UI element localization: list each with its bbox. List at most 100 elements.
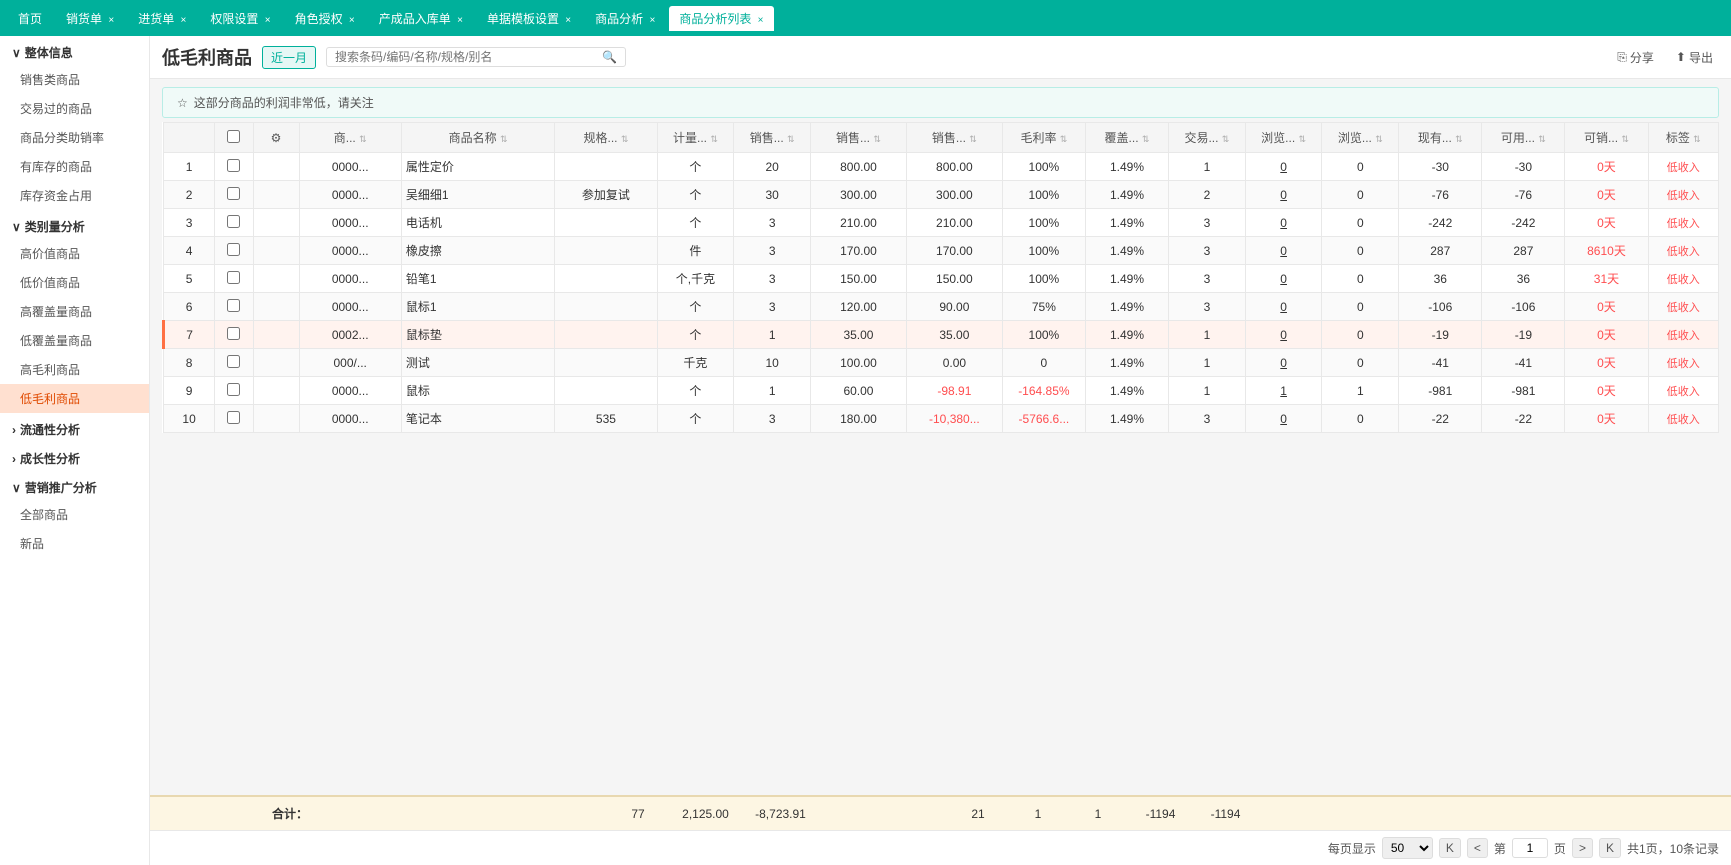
row-view1[interactable]: 0 <box>1245 405 1322 433</box>
col-margin-header[interactable]: 毛利率 ⇅ <box>1002 123 1085 153</box>
row-check[interactable] <box>215 405 253 433</box>
row-check[interactable] <box>215 181 253 209</box>
per-page-select[interactable]: 50 100 200 <box>1382 837 1433 859</box>
row-check[interactable] <box>215 349 253 377</box>
sidebar-item-high-margin[interactable]: 高毛利商品 <box>0 355 149 384</box>
row-check[interactable] <box>215 293 253 321</box>
sidebar-item-high-coverage[interactable]: 高覆盖量商品 <box>0 297 149 326</box>
col-coverage-header[interactable]: 覆盖... ⇅ <box>1085 123 1168 153</box>
sidebar-item-low-margin[interactable]: 低毛利商品 <box>0 384 149 413</box>
row-view1[interactable]: 1 <box>1245 377 1322 405</box>
row-view1[interactable]: 0 <box>1245 209 1322 237</box>
sidebar-item-high-value[interactable]: 高价值商品 <box>0 239 149 268</box>
col-trade-header[interactable]: 交易... ⇅ <box>1169 123 1246 153</box>
row-trade: 3 <box>1169 237 1246 265</box>
row-tag: 低收入 <box>1648 405 1718 433</box>
nav-analysis-list[interactable]: 商品分析列表 × <box>669 6 773 31</box>
row-checkbox[interactable] <box>227 159 240 172</box>
col-view2-header[interactable]: 浏览... ⇅ <box>1322 123 1399 153</box>
row-checkbox[interactable] <box>227 411 240 424</box>
table-row: 3 0000... 电话机 个 3 210.00 210.00 100% 1.4… <box>164 209 1719 237</box>
row-checkbox[interactable] <box>227 271 240 284</box>
export-button[interactable]: ⬆ 导出 <box>1670 47 1719 68</box>
search-icon[interactable]: 🔍 <box>602 50 617 64</box>
row-no: 4 <box>164 237 215 265</box>
filter-button[interactable]: 近一月 <box>262 46 316 69</box>
row-checkbox[interactable] <box>227 299 240 312</box>
page-label: 第 <box>1494 840 1506 857</box>
row-unit: 个 <box>657 209 734 237</box>
row-view1[interactable]: 0 <box>1245 349 1322 377</box>
sidebar-item-all-goods[interactable]: 全部商品 <box>0 500 149 529</box>
sidebar-group-marketing[interactable]: ∨ 营销推广分析 <box>0 471 149 500</box>
row-checkbox[interactable] <box>227 187 240 200</box>
nav-product-entry[interactable]: 产成品入库单 × <box>369 6 473 31</box>
col-price1-header[interactable]: 销售... ⇅ <box>811 123 907 153</box>
row-checkbox[interactable] <box>227 243 240 256</box>
nav-analysis[interactable]: 商品分析 × <box>585 6 665 31</box>
col-check-header[interactable] <box>215 123 253 153</box>
nav-sales[interactable]: 销货单 × <box>56 6 124 31</box>
col-settings-header[interactable]: ⚙ <box>253 123 299 153</box>
sidebar-group-category[interactable]: ∨ 类别量分析 <box>0 210 149 239</box>
select-all-checkbox[interactable] <box>227 130 240 143</box>
row-view1[interactable]: 0 <box>1245 153 1322 181</box>
sidebar-item-category-rate[interactable]: 商品分类助销率 <box>0 123 149 152</box>
share-button[interactable]: ⎘ 分享 <box>1611 47 1660 68</box>
row-check[interactable] <box>215 209 253 237</box>
sidebar-group-overall[interactable]: ∨ 整体信息 <box>0 36 149 65</box>
nav-permissions[interactable]: 权限设置 × <box>200 6 280 31</box>
row-check[interactable] <box>215 265 253 293</box>
col-code-header[interactable]: 商... ⇅ <box>299 123 401 153</box>
col-spec-header[interactable]: 规格... ⇅ <box>555 123 657 153</box>
row-checkbox[interactable] <box>227 383 240 396</box>
row-view1[interactable]: 0 <box>1245 237 1322 265</box>
col-tag-header[interactable]: 标签 ⇅ <box>1648 123 1718 153</box>
sidebar-item-sales-goods[interactable]: 销售类商品 <box>0 65 149 94</box>
sidebar-item-in-stock[interactable]: 有库存的商品 <box>0 152 149 181</box>
row-check[interactable] <box>215 321 253 349</box>
row-view1[interactable]: 0 <box>1245 181 1322 209</box>
sidebar-item-low-value[interactable]: 低价值商品 <box>0 268 149 297</box>
row-margin: -164.85% <box>1002 377 1085 405</box>
col-view1-header[interactable]: 浏览... ⇅ <box>1245 123 1322 153</box>
nav-purchase[interactable]: 进货单 × <box>128 6 196 31</box>
nav-template[interactable]: 单据模板设置 × <box>477 6 581 31</box>
col-stock1-header[interactable]: 现有... ⇅ <box>1399 123 1482 153</box>
row-actions <box>253 377 299 405</box>
row-view1[interactable]: 0 <box>1245 265 1322 293</box>
row-check[interactable] <box>215 377 253 405</box>
col-avail-header[interactable]: 可销... ⇅ <box>1565 123 1648 153</box>
last-page-btn[interactable]: K <box>1599 838 1621 858</box>
col-name-header[interactable]: 商品名称 ⇅ <box>401 123 554 153</box>
sidebar-item-capital[interactable]: 库存资金占用 <box>0 181 149 210</box>
row-checkbox[interactable] <box>227 355 240 368</box>
row-check[interactable] <box>215 237 253 265</box>
sidebar-group-circulation[interactable]: › 流通性分析 <box>0 413 149 442</box>
sidebar-group-growth[interactable]: › 成长性分析 <box>0 442 149 471</box>
nav-roles[interactable]: 角色授权 × <box>285 6 365 31</box>
row-checkbox[interactable] <box>227 327 240 340</box>
row-view1[interactable]: 0 <box>1245 321 1322 349</box>
row-view1[interactable]: 0 <box>1245 293 1322 321</box>
row-view2: 0 <box>1322 321 1399 349</box>
nav-home[interactable]: 首页 <box>8 6 52 31</box>
sidebar-item-traded-goods[interactable]: 交易过的商品 <box>0 94 149 123</box>
col-stock2-header[interactable]: 可用... ⇅ <box>1482 123 1565 153</box>
row-tag: 低收入 <box>1648 265 1718 293</box>
total-label: 共1页，10条记录 <box>1627 840 1719 857</box>
first-page-btn[interactable]: K <box>1439 838 1461 858</box>
row-check[interactable] <box>215 153 253 181</box>
row-checkbox[interactable] <box>227 215 240 228</box>
col-qty-header[interactable]: 销售... ⇅ <box>734 123 811 153</box>
sidebar-item-new-goods[interactable]: 新品 <box>0 529 149 558</box>
col-price2-header[interactable]: 销售... ⇅ <box>906 123 1002 153</box>
next-page-btn[interactable]: > <box>1572 838 1593 858</box>
search-input[interactable] <box>335 50 602 64</box>
search-box[interactable]: 🔍 <box>326 47 626 67</box>
page-input[interactable] <box>1512 838 1548 858</box>
col-unit-header[interactable]: 计量... ⇅ <box>657 123 734 153</box>
row-name: 测试 <box>401 349 554 377</box>
prev-page-btn[interactable]: < <box>1467 838 1488 858</box>
sidebar-item-low-coverage[interactable]: 低覆盖量商品 <box>0 326 149 355</box>
